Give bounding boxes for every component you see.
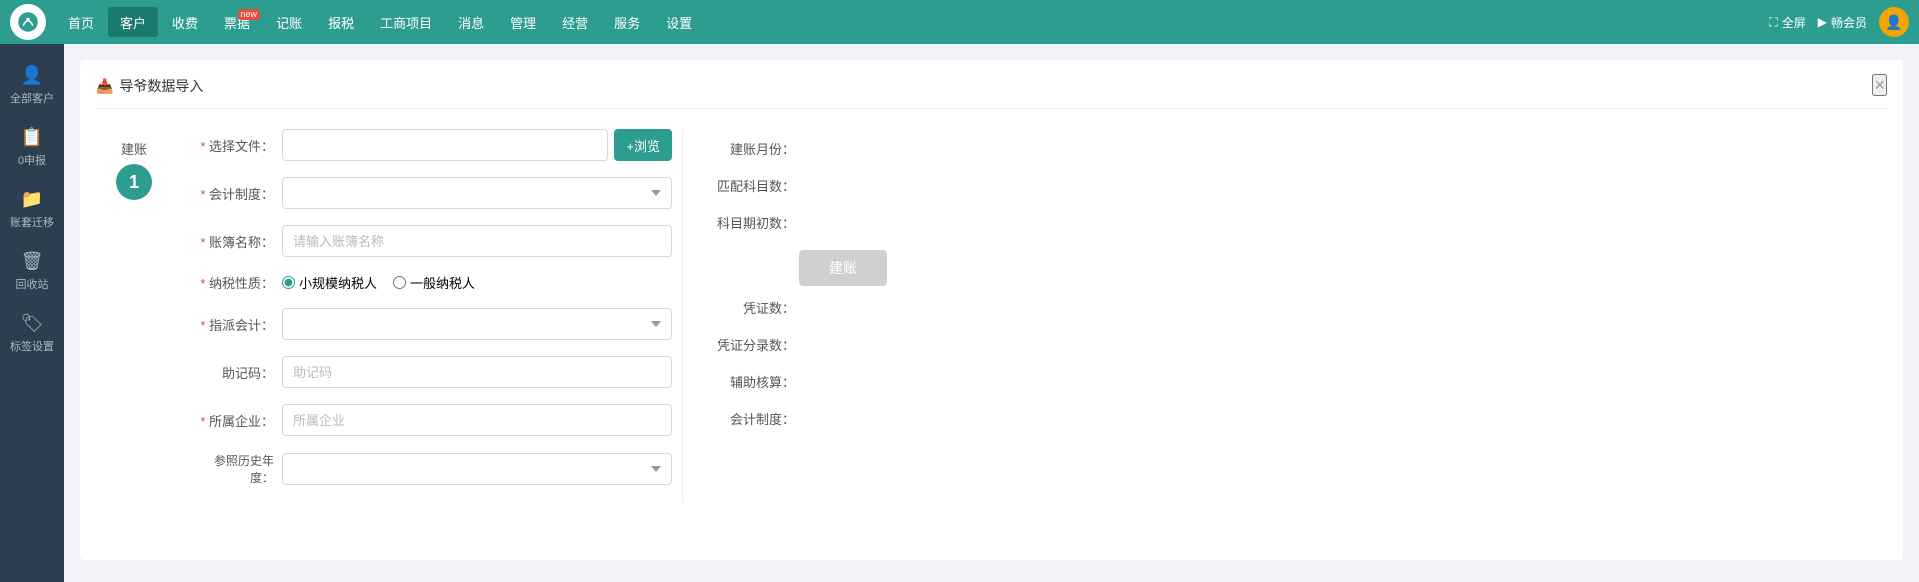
member-button[interactable]: ▶ 畅会员: [1818, 14, 1867, 31]
info-row-voucher: 凭证数：: [713, 298, 973, 317]
form-section: * 选择文件： +浏览 * 会计制度：: [192, 129, 672, 502]
main-content: 📥 导爷数据导入 × 建账 1 * 选择文件：: [64, 44, 1919, 582]
month-label: 建账月份：: [713, 139, 803, 158]
avatar[interactable]: 👤: [1879, 7, 1909, 37]
fullscreen-button[interactable]: ⛶ 全屏: [1769, 14, 1805, 31]
info-row-accounting-sys: 会计制度：: [713, 409, 973, 428]
match-label: 匹配科目数：: [713, 176, 803, 195]
form-row-accountant: * 指派会计：: [192, 308, 672, 340]
page-title: 导爷数据导入: [119, 76, 203, 96]
tag-icon: 🏷: [21, 312, 43, 334]
file-row: +浏览: [282, 129, 672, 161]
card-header: 📥 导爷数据导入: [96, 76, 1887, 109]
sidebar-item-all-clients[interactable]: 👤 全部客户: [0, 54, 64, 116]
company-label: * 所属企业：: [192, 411, 282, 430]
logo[interactable]: [10, 4, 46, 40]
form-row-accounting: * 会计制度：: [192, 177, 672, 209]
tax-general-radio[interactable]: [393, 276, 406, 289]
browse-button[interactable]: +浏览: [614, 129, 672, 161]
import-icon: 📥: [96, 78, 113, 95]
nav-tax[interactable]: 报税: [316, 7, 366, 37]
step-panel: 建账 1: [116, 129, 152, 502]
sidebar-item-migrate[interactable]: 📁 账套迁移: [0, 178, 64, 240]
vertical-divider: [682, 129, 683, 502]
company-input[interactable]: [282, 404, 672, 436]
member-icon: ▶: [1818, 15, 1827, 29]
sidebar: 👤 全部客户 📋 0申报 📁 账套迁移 🗑 回收站 🏷 标签设置: [0, 44, 64, 582]
info-row-month: 建账月份：: [713, 139, 973, 158]
form-row-file: * 选择文件： +浏览: [192, 129, 672, 161]
accountant-label: * 指派会计：: [192, 315, 282, 334]
info-row-period: 科目期初数：: [713, 213, 973, 232]
nav-settings[interactable]: 设置: [654, 7, 704, 37]
ledger-name-input[interactable]: [282, 225, 672, 257]
sidebar-item-recycle[interactable]: 🗑 回收站: [0, 240, 64, 302]
nav-client[interactable]: 客户: [108, 7, 158, 37]
period-label: 科目期初数：: [713, 213, 803, 232]
layout: 👤 全部客户 📋 0申报 📁 账套迁移 🗑 回收站 🏷 标签设置 📥 导爷数据导…: [0, 44, 1919, 582]
step-circle: 1: [116, 164, 152, 200]
voucher-records-label: 凭证分录数：: [713, 335, 803, 354]
info-row-voucher-records: 凭证分录数：: [713, 335, 973, 354]
top-nav: 首页 客户 收费 票据 new 记账 报税 工商项目 消息 管理 经营 服务 设…: [0, 0, 1919, 44]
aux-label: 辅助核算：: [713, 372, 803, 391]
tax-general-label: 一般纳税人: [410, 273, 475, 292]
ledger-label: * 账簿名称：: [192, 232, 282, 251]
submit-button[interactable]: 建账: [799, 250, 887, 286]
voucher-label: 凭证数：: [713, 298, 803, 317]
fullscreen-icon: ⛶: [1769, 15, 1777, 30]
info-row-aux: 辅助核算：: [713, 372, 973, 391]
recycle-icon: 🗑: [21, 250, 43, 272]
accountant-select[interactable]: [282, 308, 672, 340]
tax-radio-group: 小规模纳税人 一般纳税人: [282, 273, 475, 292]
tax-small-radio[interactable]: [282, 276, 295, 289]
accounting-label: * 会计制度：: [192, 184, 282, 203]
nav-ledger[interactable]: 记账: [264, 7, 314, 37]
migrate-icon: 📁: [21, 188, 43, 210]
nav-fee[interactable]: 收费: [160, 7, 210, 37]
close-button[interactable]: ×: [1872, 74, 1887, 96]
history-select[interactable]: [282, 453, 672, 485]
tax-small-label: 小规模纳税人: [299, 273, 377, 292]
form-row-history: 参照历史年度：: [192, 452, 672, 486]
sidebar-item-declare[interactable]: 📋 0申报: [0, 116, 64, 178]
accounting-sys-label: 会计制度：: [713, 409, 803, 428]
all-clients-icon: 👤: [21, 64, 43, 86]
tax-general-option[interactable]: 一般纳税人: [393, 273, 475, 292]
memo-input[interactable]: [282, 356, 672, 388]
card: 📥 导爷数据导入 × 建账 1 * 选择文件：: [80, 60, 1903, 560]
form-row-memo: 助记码：: [192, 356, 672, 388]
info-row-match: 匹配科目数：: [713, 176, 973, 195]
nav-manage[interactable]: 管理: [498, 7, 548, 37]
form-area: 建账 1 * 选择文件： +浏览: [96, 129, 1887, 502]
right-panel: 建账月份： 匹配科目数： 科目期初数： 建账 凭证数：: [693, 129, 993, 502]
tax-small-option[interactable]: 小规模纳税人: [282, 273, 377, 292]
file-label: * 选择文件：: [192, 136, 282, 155]
badge-new: new: [238, 9, 261, 20]
nav-service[interactable]: 服务: [602, 7, 652, 37]
file-input[interactable]: [282, 129, 608, 161]
declare-icon: 📋: [21, 126, 43, 148]
memo-label: 助记码：: [192, 363, 282, 382]
nav-items: 首页 客户 收费 票据 new 记账 报税 工商项目 消息 管理 经营 服务 设…: [56, 7, 1769, 37]
accounting-select[interactable]: [282, 177, 672, 209]
form-row-tax: * 纳税性质： 小规模纳税人 一般纳税人: [192, 273, 672, 292]
step-label: 建账: [121, 139, 147, 158]
nav-right: ⛶ 全屏 ▶ 畅会员 👤: [1769, 7, 1909, 37]
nav-msg[interactable]: 消息: [446, 7, 496, 37]
nav-ops[interactable]: 经营: [550, 7, 600, 37]
tax-label: * 纳税性质：: [192, 273, 282, 292]
form-row-company: * 所属企业：: [192, 404, 672, 436]
sidebar-item-tag[interactable]: 🏷 标签设置: [0, 302, 64, 364]
form-row-ledger: * 账簿名称：: [192, 225, 672, 257]
nav-home[interactable]: 首页: [56, 7, 106, 37]
nav-invoice[interactable]: 票据 new: [212, 7, 262, 37]
nav-biz[interactable]: 工商项目: [368, 7, 444, 37]
history-label: 参照历史年度：: [192, 452, 282, 486]
